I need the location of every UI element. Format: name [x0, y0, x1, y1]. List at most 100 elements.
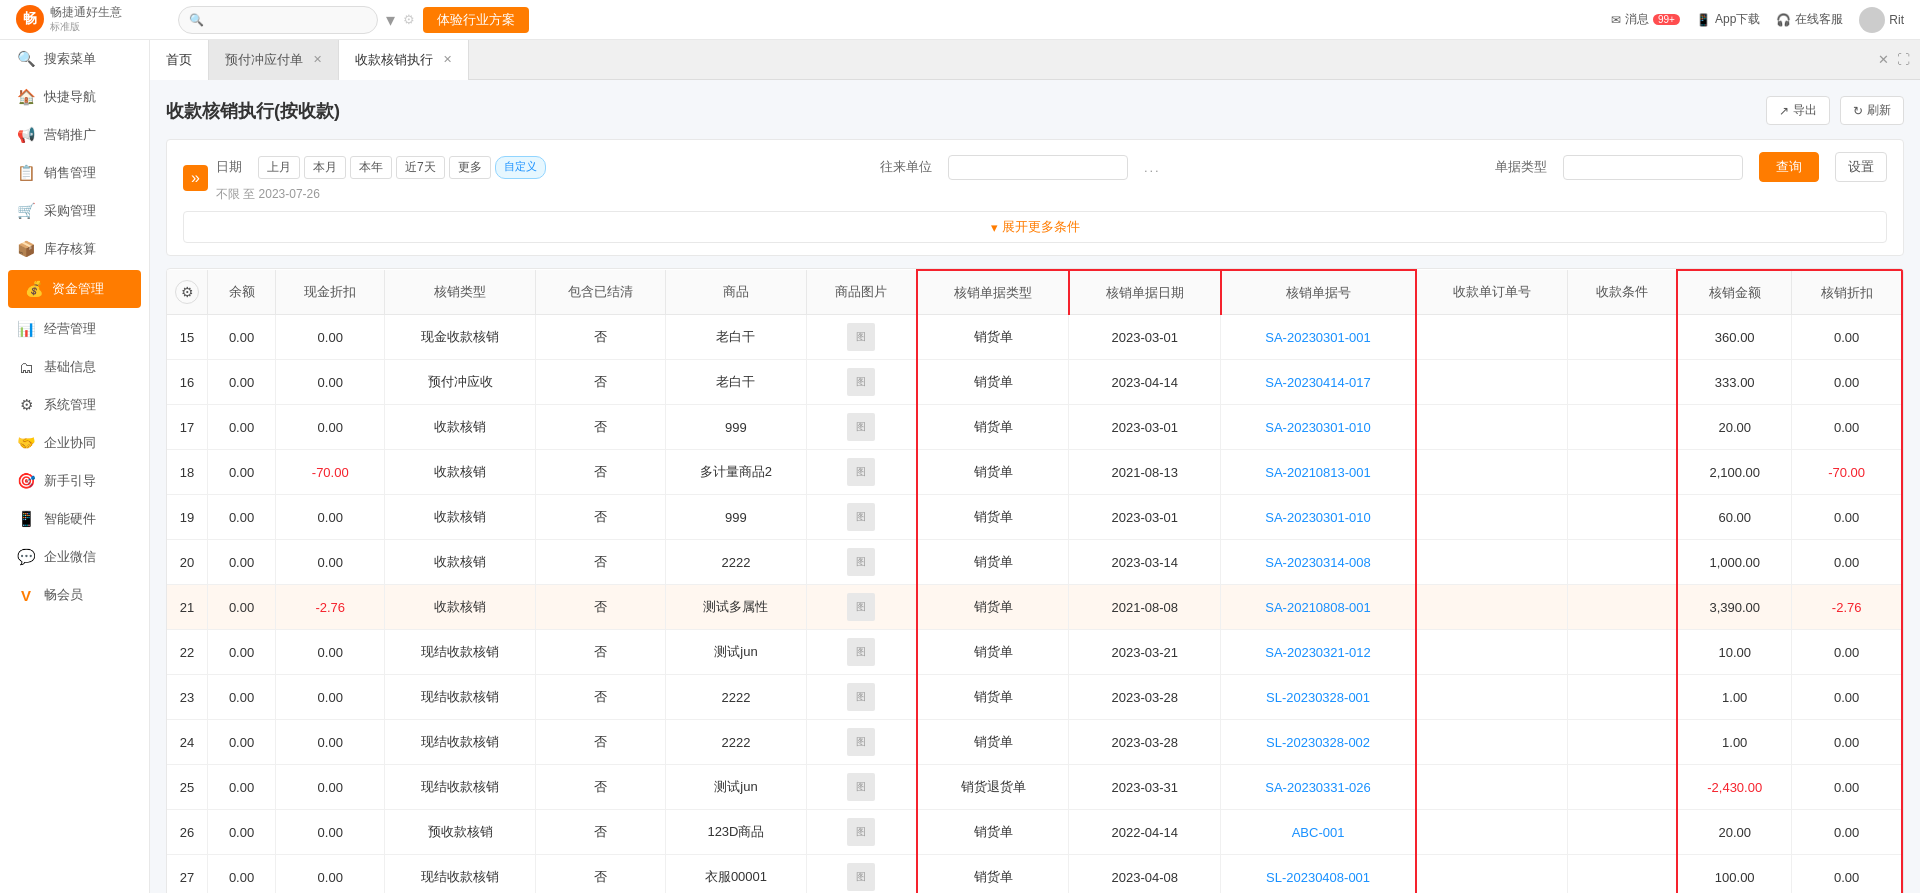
- cell-cancel-bill-date: 2023-03-28: [1069, 675, 1221, 720]
- cell-receipt-terms: [1567, 540, 1677, 585]
- cell-cash-discount: 0.00: [276, 630, 385, 675]
- cell-product: 999: [665, 495, 806, 540]
- sidebar-item-member[interactable]: V 畅会员: [0, 576, 149, 614]
- cell-cancel-discount: -2.76: [1792, 585, 1902, 630]
- cell-cancel-discount: 0.00: [1792, 495, 1902, 540]
- cell-receipt-order-no: [1416, 630, 1567, 675]
- custom-date-badge[interactable]: 自定义: [495, 156, 546, 179]
- date-btns: 上月 本月 本年 近7天 更多 自定义: [258, 156, 546, 179]
- app-download-btn[interactable]: 📱 App下载: [1696, 11, 1760, 28]
- cell-product: 2222: [665, 540, 806, 585]
- cell-cancel-amount: 333.00: [1677, 360, 1792, 405]
- sidebar-item-newbie[interactable]: 🎯 新手引导: [0, 462, 149, 500]
- online-support-btn[interactable]: 🎧 在线客服: [1776, 11, 1843, 28]
- sidebar-item-operations[interactable]: 📊 经营管理: [0, 310, 149, 348]
- member-icon: V: [16, 587, 36, 604]
- tab-home[interactable]: 首页: [150, 40, 209, 80]
- sidebar-item-purchase[interactable]: 🛒 采购管理: [0, 192, 149, 230]
- date-btn-this-year[interactable]: 本年: [350, 156, 392, 179]
- cell-id: 17: [167, 405, 208, 450]
- sidebar-item-smart-hw[interactable]: 📱 智能硬件: [0, 500, 149, 538]
- cell-cancel-bill-date: 2023-03-31: [1069, 765, 1221, 810]
- tab-receipt-close[interactable]: ✕: [443, 53, 452, 66]
- tab-receipt[interactable]: 收款核销执行 ✕: [339, 40, 469, 80]
- data-table-wrap: ⚙ 余额 现金折扣 核销类型 包含已结清 商品 商品图片 核销单据类型 核销单据…: [166, 268, 1904, 893]
- sidebar-item-quick-nav[interactable]: 🏠 快捷导航: [0, 78, 149, 116]
- cell-balance: 0.00: [208, 540, 276, 585]
- date-btn-more[interactable]: 更多: [449, 156, 491, 179]
- wechat-icon: 💬: [16, 548, 36, 566]
- cell-include-settled: 否: [535, 540, 665, 585]
- col-settings[interactable]: ⚙: [167, 270, 208, 315]
- tab-prepay-close[interactable]: ✕: [313, 53, 322, 66]
- sidebar-item-system[interactable]: ⚙ 系统管理: [0, 386, 149, 424]
- cell-cancel-bill-no: SA-20230321-012: [1221, 630, 1416, 675]
- cell-product: 衣服00001: [665, 855, 806, 894]
- top-search-input-wrap[interactable]: 🔍: [178, 6, 378, 34]
- cell-product: 多计量商品2: [665, 450, 806, 495]
- cell-cash-discount: 0.00: [276, 720, 385, 765]
- cell-cancel-discount: 0.00: [1792, 630, 1902, 675]
- date-btn-last-month[interactable]: 上月: [258, 156, 300, 179]
- partner-input[interactable]: [948, 155, 1128, 180]
- sidebar-item-wechat[interactable]: 💬 企业微信: [0, 538, 149, 576]
- cell-id: 18: [167, 450, 208, 495]
- cell-cancel-discount: 0.00: [1792, 315, 1902, 360]
- newbie-icon: 🎯: [16, 472, 36, 490]
- cell-cancel-type: 现结收款核销: [385, 675, 535, 720]
- user-menu[interactable]: Rit: [1859, 7, 1904, 33]
- cell-cancel-bill-no: SL-20230408-001: [1221, 855, 1416, 894]
- cell-cash-discount: 0.00: [276, 360, 385, 405]
- cell-product: 999: [665, 405, 806, 450]
- search-icon: 🔍: [16, 50, 36, 68]
- cell-id: 19: [167, 495, 208, 540]
- table-header-row: ⚙ 余额 现金折扣 核销类型 包含已结清 商品 商品图片 核销单据类型 核销单据…: [167, 270, 1902, 315]
- cell-cancel-bill-type: 销货单: [917, 540, 1069, 585]
- cell-cash-discount: -2.76: [276, 585, 385, 630]
- logo-title: 畅捷通好生意: [50, 5, 122, 19]
- cell-include-settled: 否: [535, 630, 665, 675]
- sidebar-item-basic-info[interactable]: 🗂 基础信息: [0, 348, 149, 386]
- cell-id: 26: [167, 810, 208, 855]
- table-row: 16 0.00 0.00 预付冲应收 否 老白干 图 销货单 2023-04-1…: [167, 360, 1902, 405]
- maximize-icon[interactable]: ⛶: [1897, 52, 1910, 67]
- date-btn-this-month[interactable]: 本月: [304, 156, 346, 179]
- industry-btn[interactable]: 体验行业方案: [423, 7, 529, 33]
- close-icon[interactable]: ✕: [1878, 52, 1889, 67]
- cell-cancel-bill-type: 销货单: [917, 315, 1069, 360]
- filter-collapse-btn[interactable]: »: [183, 165, 208, 191]
- chevron-down-icon[interactable]: ▾: [386, 9, 395, 31]
- col-cancel-type: 核销类型: [385, 270, 535, 315]
- cell-cancel-bill-type: 销货单: [917, 360, 1069, 405]
- cell-cancel-bill-date: 2023-03-14: [1069, 540, 1221, 585]
- cell-include-settled: 否: [535, 765, 665, 810]
- export-btn[interactable]: ↗ 导出: [1766, 96, 1830, 125]
- cell-cancel-bill-no: SA-20210808-001: [1221, 585, 1416, 630]
- notifications-btn[interactable]: ✉ 消息 99+: [1611, 11, 1680, 28]
- cell-receipt-order-no: [1416, 315, 1567, 360]
- cell-receipt-terms: [1567, 720, 1677, 765]
- sidebar-item-inventory[interactable]: 📦 库存核算: [0, 230, 149, 268]
- cell-cancel-bill-date: 2023-03-01: [1069, 405, 1221, 450]
- purchase-icon: 🛒: [16, 202, 36, 220]
- col-cancel-bill-type: 核销单据类型: [917, 270, 1069, 315]
- sidebar-item-marketing[interactable]: 📢 营销推广: [0, 116, 149, 154]
- cell-product-img: 图: [807, 450, 917, 495]
- settings-icon[interactable]: ⚙: [403, 12, 415, 27]
- sidebar-item-sales[interactable]: 📋 销售管理: [0, 154, 149, 192]
- sidebar-item-search[interactable]: 🔍 搜索菜单: [0, 40, 149, 78]
- cell-include-settled: 否: [535, 315, 665, 360]
- cell-balance: 0.00: [208, 450, 276, 495]
- tab-prepay[interactable]: 预付冲应付单 ✕: [209, 40, 339, 80]
- sidebar-item-enterprise-collab[interactable]: 🤝 企业协同: [0, 424, 149, 462]
- sidebar-item-finance[interactable]: 💰 资金管理: [8, 270, 141, 308]
- refresh-btn[interactable]: ↻ 刷新: [1840, 96, 1904, 125]
- expand-more-btn[interactable]: ▾ 展开更多条件: [183, 211, 1887, 243]
- cell-product-img: 图: [807, 720, 917, 765]
- cell-cancel-amount: 360.00: [1677, 315, 1792, 360]
- order-type-input[interactable]: [1563, 155, 1743, 180]
- query-btn[interactable]: 查询: [1759, 152, 1819, 182]
- date-btn-7days[interactable]: 近7天: [396, 156, 445, 179]
- top-bar-actions: ✉ 消息 99+ 📱 App下载 🎧 在线客服 Rit: [1611, 7, 1904, 33]
- settings-filter-btn[interactable]: 设置: [1835, 152, 1887, 182]
